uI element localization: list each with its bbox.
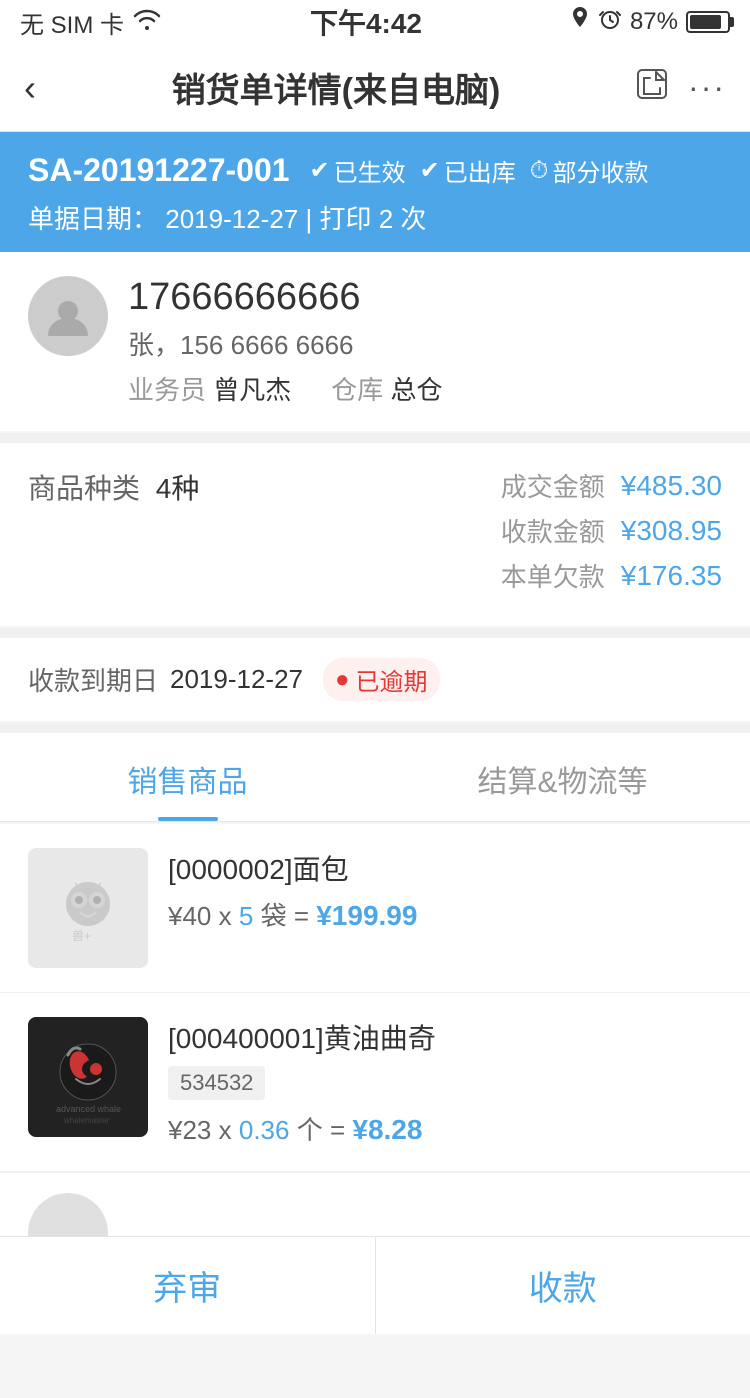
tab-products[interactable]: 销售商品 <box>0 733 375 821</box>
tag-partial: ⏱ 部分收款 <box>530 153 649 188</box>
page-title: 销货单详情(来自电脑) <box>172 63 501 112</box>
order-id: SA-20191227-001 <box>28 152 290 189</box>
salesperson-label: 业务员 <box>128 375 206 405</box>
svg-text:advanced whale: advanced whale <box>56 1104 121 1114</box>
carrier-text: 无 SIM 卡 <box>20 5 124 40</box>
warehouse-name: 总仓 <box>391 375 443 405</box>
product-thumb-2: advanced whale whalemaster <box>28 1017 148 1137</box>
customer-section: 17666666666 张，156 6666 6666 业务员 曾凡杰 仓库 总… <box>0 252 750 431</box>
due-label: 收款到期日 <box>28 661 158 698</box>
share-icon[interactable] <box>636 68 668 107</box>
more-icon[interactable]: ··· <box>688 69 726 106</box>
customer-name-phone: 张，156 6666 6666 <box>128 325 722 362</box>
divider-2 <box>0 628 750 638</box>
products-section: 兽+ [0000002]面包 ¥40 x 5 袋 = ¥199.99 <box>0 824 750 1300</box>
due-date: 2019-12-27 <box>170 664 303 695</box>
status-left: 无 SIM 卡 <box>20 5 162 40</box>
amount-item: 成交金额 ¥485.30 <box>501 467 722 504</box>
wifi-icon <box>132 8 162 37</box>
product-info-2: [000400001]黄油曲奇 534532 ¥23 x 0.36 个 = ¥8… <box>168 1017 722 1147</box>
product-name-1: [0000002]面包 <box>168 848 722 888</box>
stats-right: 成交金额 ¥485.30 收款金额 ¥308.95 本单欠款 ¥176.35 <box>501 467 722 602</box>
location-icon <box>570 7 590 38</box>
product-price-1: ¥40 x 5 袋 = ¥199.99 <box>168 896 722 933</box>
product-item-1: 兽+ [0000002]面包 ¥40 x 5 袋 = ¥199.99 <box>0 824 750 993</box>
back-button[interactable]: ‹ <box>24 67 36 109</box>
product-name-2: [000400001]黄油曲奇 <box>168 1017 722 1057</box>
product-price-2: ¥23 x 0.36 个 = ¥8.28 <box>168 1110 722 1147</box>
due-section: 收款到期日 2019-12-27 ● 已逾期 <box>0 638 750 721</box>
product-item-2: advanced whale whalemaster [000400001]黄油… <box>0 993 750 1172</box>
clock-icon: ⏱ <box>530 157 549 185</box>
alarm-icon <box>598 7 622 38</box>
overdue-badge: ● 已逾期 <box>323 658 440 701</box>
product-info-1: [0000002]面包 ¥40 x 5 袋 = ¥199.99 <box>168 848 722 933</box>
divider-3 <box>0 723 750 733</box>
battery-icon <box>686 11 730 33</box>
product-thumb-1: 兽+ <box>28 848 148 968</box>
nav-actions: ··· <box>636 68 726 107</box>
cancel-button[interactable]: 弃审 <box>0 1237 376 1334</box>
svg-text:whalemaster: whalemaster <box>63 1116 110 1125</box>
warehouse-info: 仓库 总仓 <box>331 370 442 407</box>
status-bar: 无 SIM 卡 下午4:42 87% <box>0 0 750 44</box>
check-icon-1: ✔ <box>310 156 330 185</box>
nav-bar: ‹ 销货单详情(来自电脑) ··· <box>0 44 750 132</box>
tabs-section: 销售商品 结算&物流等 <box>0 733 750 822</box>
warehouse-label: 仓库 <box>331 375 383 405</box>
customer-info: 17666666666 张，156 6666 6666 业务员 曾凡杰 仓库 总… <box>128 276 722 407</box>
customer-meta: 业务员 曾凡杰 仓库 总仓 <box>128 370 722 407</box>
scroll-area: SA-20191227-001 ✔ 已生效 ✔ 已出库 ⏱ 部分收款 单据日期：… <box>0 132 750 1398</box>
divider-1 <box>0 433 750 443</box>
product-sku-2: 534532 <box>168 1066 265 1100</box>
order-banner: SA-20191227-001 ✔ 已生效 ✔ 已出库 ⏱ 部分收款 单据日期：… <box>0 132 750 252</box>
stats-section: 商品种类 4种 成交金额 ¥485.30 收款金额 ¥308.95 本单欠款 ¥… <box>0 443 750 626</box>
confirm-button[interactable]: 收款 <box>376 1237 750 1334</box>
salesperson-info: 业务员 曾凡杰 <box>128 370 291 407</box>
status-time: 下午4:42 <box>310 2 422 42</box>
overdue-text: 已逾期 <box>356 662 428 697</box>
collected-item: 收款金额 ¥308.95 <box>501 512 722 549</box>
banner-row1: SA-20191227-001 ✔ 已生效 ✔ 已出库 ⏱ 部分收款 <box>28 152 722 189</box>
stats-left: 商品种类 4种 <box>28 467 199 507</box>
tag-effective: ✔ 已生效 <box>310 153 406 188</box>
banner-row2: 单据日期： 2019-12-27 | 打印 2 次 <box>28 199 722 236</box>
status-tags: ✔ 已生效 ✔ 已出库 ⏱ 部分收款 <box>310 153 649 188</box>
check-icon-2: ✔ <box>420 156 440 185</box>
stats-row: 商品种类 4种 成交金额 ¥485.30 收款金额 ¥308.95 本单欠款 ¥… <box>28 467 722 602</box>
debt-item: 本单欠款 ¥176.35 <box>501 557 722 594</box>
avatar <box>28 276 108 356</box>
overdue-icon: ● <box>335 666 350 694</box>
salesperson-name: 曾凡杰 <box>213 375 291 405</box>
tag-shipped: ✔ 已出库 <box>420 153 516 188</box>
bottom-bar: 弃审 收款 <box>0 1236 750 1334</box>
tab-settlement[interactable]: 结算&物流等 <box>375 733 750 821</box>
status-right: 87% <box>570 7 730 38</box>
customer-phone-display: 17666666666 <box>128 276 722 319</box>
svg-text:兽+: 兽+ <box>72 929 91 943</box>
battery-text: 87% <box>630 8 678 36</box>
